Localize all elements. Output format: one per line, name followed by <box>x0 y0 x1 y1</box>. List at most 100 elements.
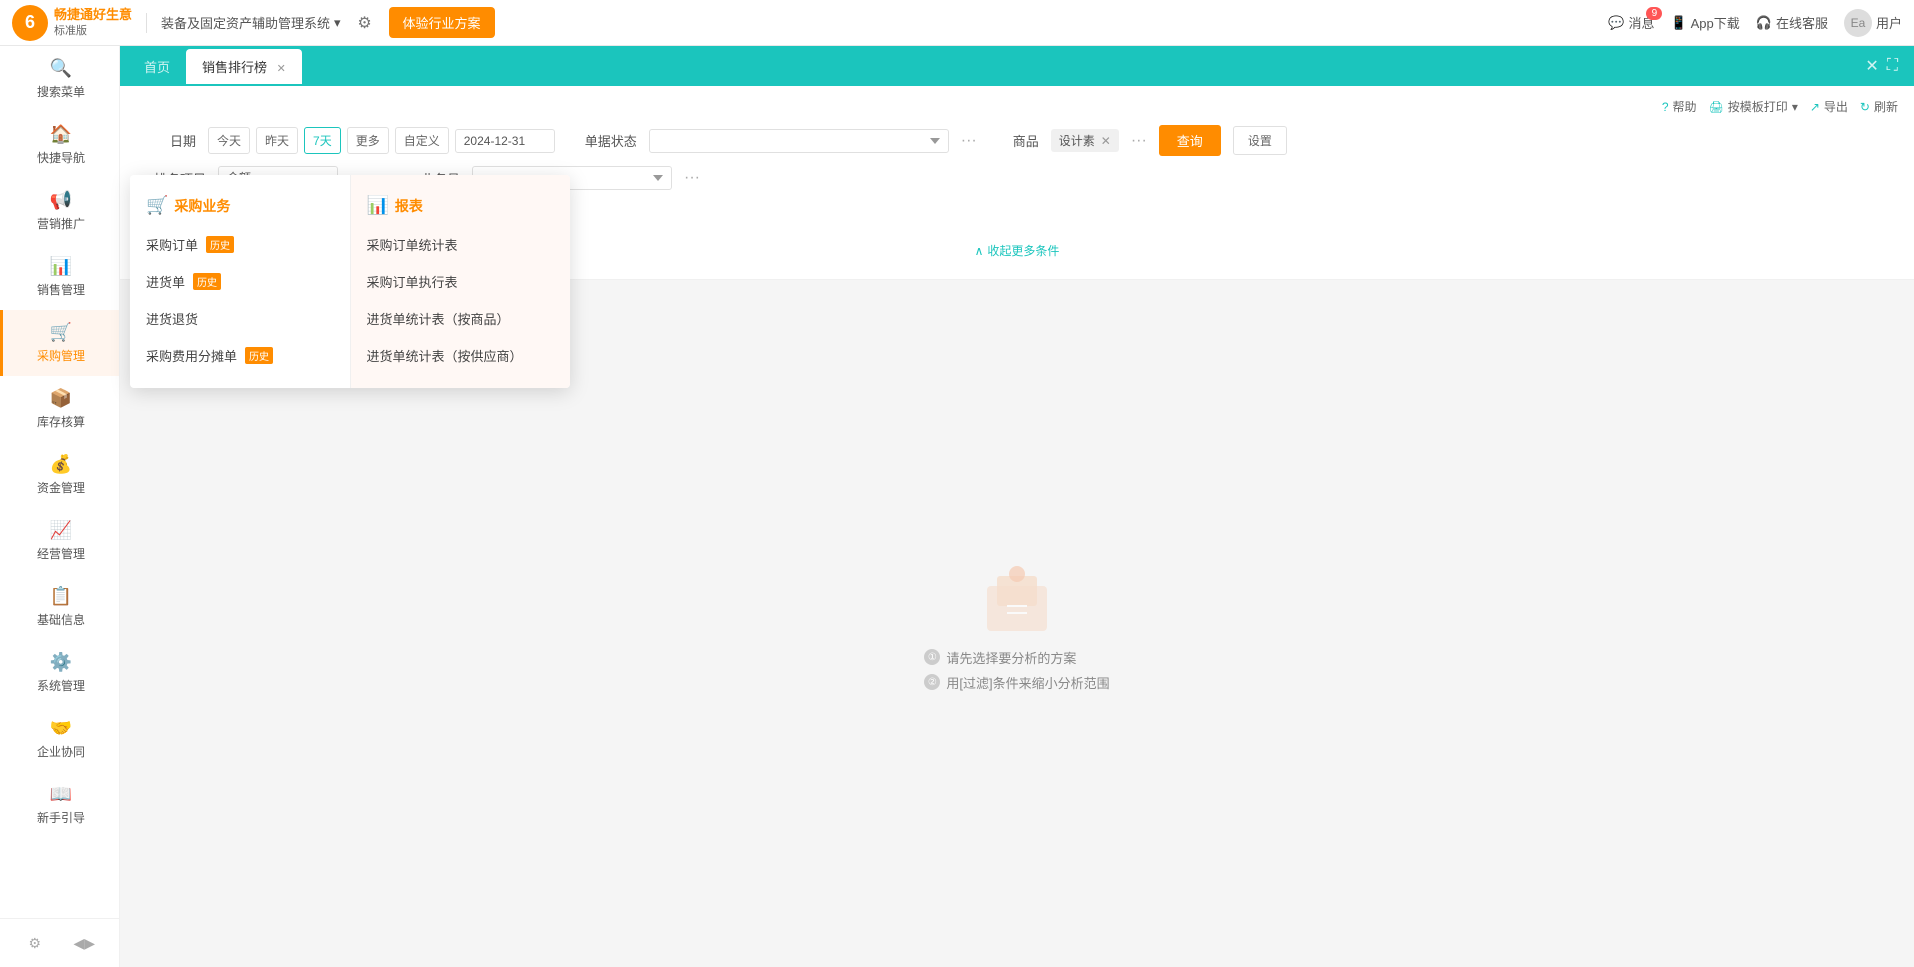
tab-sales-ranking-label: 销售排行榜 <box>202 60 267 75</box>
online-service-btn[interactable]: 🎧 在线客服 <box>1756 13 1828 32</box>
tip-num-1: ① <box>924 649 940 665</box>
tab-sales-ranking[interactable]: 销售排行榜 ✕ <box>186 49 302 84</box>
cart-icon: 🛒 <box>50 322 72 343</box>
goods-tag: 设计素 ✕ <box>1051 129 1119 152</box>
app-download-label: App下载 <box>1691 13 1740 32</box>
sidebar: 🔍 搜索菜单 🏠 快捷导航 📢 营销推广 📊 销售管理 🛒 采购管理 📦 <box>0 46 120 967</box>
print-dropdown-icon: ▾ <box>1792 100 1798 114</box>
sidebar-item-search-label: 搜索菜单 <box>37 83 85 100</box>
inbound-stats-goods-label: 进货单统计表（按商品） <box>367 309 510 328</box>
tab-bar: 首页 销售排行榜 ✕ ✕ ⛶ <box>120 46 1914 86</box>
purchase-order-label: 采购订单 <box>146 235 198 254</box>
sidebar-item-inventory[interactable]: 📦 库存核算 <box>0 376 119 442</box>
doc-status-dots[interactable]: ··· <box>961 132 977 150</box>
messages-badge: 9 <box>1646 7 1662 20</box>
tab-home[interactable]: 首页 <box>128 49 186 84</box>
date-btn-7days[interactable]: 7天 <box>304 127 341 154</box>
dropdown-item-purchase-order[interactable]: 采购订单 历史 <box>130 226 350 263</box>
settings-icon-btn[interactable]: ⚙ <box>351 9 379 37</box>
sidebar-collapse-btn[interactable]: ◀▶ <box>70 929 98 957</box>
sidebar-item-nav[interactable]: 🏠 快捷导航 <box>0 112 119 178</box>
tip-text-2: 用[过滤]条件来缩小分析范围 <box>946 673 1109 692</box>
query-btn[interactable]: 查询 <box>1159 125 1221 156</box>
tip-num-2: ② <box>924 674 940 690</box>
topbar-right: 💬 消息 9 📱 App下载 🎧 在线客服 Ea 用户 <box>1608 9 1902 37</box>
dropdown-item-purchase-expense[interactable]: 采购费用分摊单 历史 <box>130 337 350 374</box>
dropdown-item-inbound-stats-supplier[interactable]: 进货单统计表（按供应商） <box>351 337 571 374</box>
clipboard-icon: 📋 <box>50 586 72 607</box>
sidebar-item-finance[interactable]: 💰 资金管理 <box>0 442 119 508</box>
tab-expand-icon[interactable]: ⛶ <box>1887 57 1898 75</box>
gear-icon: ⚙️ <box>50 652 72 673</box>
sidebar-menu: 🔍 搜索菜单 🏠 快捷导航 📢 营销推广 📊 销售管理 🛒 采购管理 📦 <box>0 46 119 918</box>
purchase-col-header: 🛒 采购业务 <box>130 189 350 226</box>
logo-area: 6 畅捷通好生意 标准版 <box>12 5 132 41</box>
logo-text: 畅捷通好生意 标准版 <box>54 7 132 38</box>
doc-status-select[interactable] <box>649 129 949 153</box>
report-col-header: 📊 报表 <box>351 189 571 226</box>
sidebar-item-enterprise[interactable]: 🤝 企业协同 <box>0 706 119 772</box>
date-btn-today[interactable]: 今天 <box>208 127 250 154</box>
phone-icon: 📱 <box>1670 15 1686 31</box>
report-header-icon: 📊 <box>367 195 389 216</box>
po-stats-label: 采购订单统计表 <box>367 235 458 254</box>
dropdown-item-po-exec[interactable]: 采购订单执行表 <box>351 263 571 300</box>
purchase-dropdown-menu: 🛒 采购业务 采购订单 历史 进货单 历史 进货退货 采购费用分摊单 历史 📊 … <box>130 175 570 388</box>
date-options-group: 今天 昨天 7天 更多 自定义 <box>208 127 555 154</box>
online-service-label: 在线客服 <box>1776 13 1828 32</box>
sidebar-item-marketing[interactable]: 📢 营销推广 <box>0 178 119 244</box>
sidebar-settings-btn[interactable]: ⚙ <box>21 929 49 957</box>
settings-btn[interactable]: 设置 <box>1233 126 1287 155</box>
sidebar-item-system[interactable]: ⚙️ 系统管理 <box>0 640 119 706</box>
tab-close-all-icon[interactable]: ✕ <box>1865 56 1878 76</box>
sidebar-item-enterprise-label: 企业协同 <box>37 743 85 760</box>
app-download-btn[interactable]: 📱 App下载 <box>1670 13 1739 32</box>
help-btn[interactable]: ? 帮助 <box>1662 98 1697 115</box>
sidebar-item-guide[interactable]: 📖 新手引导 <box>0 772 119 838</box>
message-icon: 💬 <box>1608 15 1624 31</box>
goods-label: 商品 <box>989 131 1039 150</box>
refresh-btn[interactable]: ↻ 刷新 <box>1860 98 1898 115</box>
print-label: 按模板打印 <box>1728 98 1788 115</box>
sidebar-item-operations[interactable]: 📈 经营管理 <box>0 508 119 574</box>
help-icon: ? <box>1662 100 1669 114</box>
date-btn-more[interactable]: 更多 <box>347 127 389 154</box>
refresh-icon: ↻ <box>1860 100 1870 114</box>
goods-dots[interactable]: ··· <box>1131 132 1147 150</box>
print-btn[interactable]: 🖨 按模板打印 ▾ <box>1709 98 1798 115</box>
logo-icon: 6 <box>12 5 48 41</box>
export-btn[interactable]: ↗ 导出 <box>1810 98 1848 115</box>
tab-close-icon[interactable]: ✕ <box>277 63 286 75</box>
dropdown-item-po-stats[interactable]: 采购订单统计表 <box>351 226 571 263</box>
trend-icon: 📈 <box>50 520 72 541</box>
sidebar-item-marketing-label: 营销推广 <box>37 215 85 232</box>
industry-btn[interactable]: 体验行业方案 <box>389 7 495 38</box>
dropdown-item-inbound[interactable]: 进货单 历史 <box>130 263 350 300</box>
search-icon: 🔍 <box>50 58 72 79</box>
report-col: 📊 报表 采购订单统计表 采购订单执行表 进货单统计表（按商品） 进货单统计表（… <box>351 175 571 388</box>
date-end-input[interactable] <box>455 129 555 153</box>
messages-btn[interactable]: 💬 消息 9 <box>1608 13 1654 32</box>
date-btn-custom[interactable]: 自定义 <box>395 127 449 154</box>
sidebar-item-purchase-label: 采购管理 <box>37 347 85 364</box>
sidebar-item-basic[interactable]: 📋 基础信息 <box>0 574 119 640</box>
sidebar-item-nav-label: 快捷导航 <box>37 149 85 166</box>
handshake-icon: 🤝 <box>50 718 72 739</box>
sidebar-item-search[interactable]: 🔍 搜索菜单 <box>0 46 119 112</box>
collapse-label: 收起更多条件 <box>987 242 1059 259</box>
date-btn-yesterday[interactable]: 昨天 <box>256 127 298 154</box>
empty-tips: ① 请先选择要分析的方案 ② 用[过滤]条件来缩小分析范围 <box>924 648 1109 692</box>
goods-tag-close[interactable]: ✕ <box>1101 134 1111 148</box>
dropdown-item-inbound-stats-goods[interactable]: 进货单统计表（按商品） <box>351 300 571 337</box>
sidebar-item-sales[interactable]: 📊 销售管理 <box>0 244 119 310</box>
user-btn[interactable]: Ea 用户 <box>1844 9 1902 37</box>
empty-illustration <box>967 556 1067 636</box>
system-title-dropdown[interactable]: 装备及固定资产辅助管理系统 ▾ <box>161 13 341 32</box>
sidebar-item-purchase[interactable]: 🛒 采购管理 <box>0 310 119 376</box>
book-icon: 📖 <box>50 784 72 805</box>
dropdown-item-inbound-return[interactable]: 进货退货 <box>130 300 350 337</box>
salesperson-dots[interactable]: ··· <box>684 169 700 187</box>
system-title: 装备及固定资产辅助管理系统 <box>161 13 330 32</box>
doc-status-label: 单据状态 <box>567 131 637 150</box>
chart-icon: 📊 <box>50 256 72 277</box>
